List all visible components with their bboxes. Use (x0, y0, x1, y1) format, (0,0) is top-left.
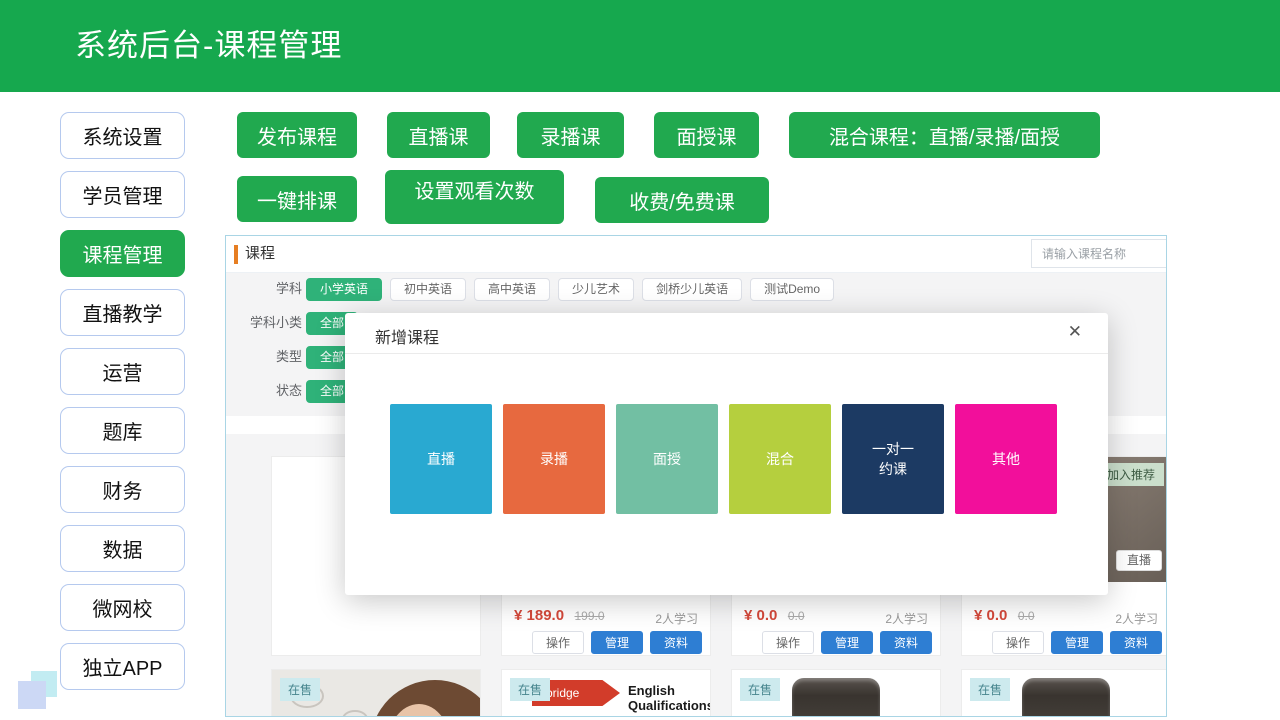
operate-button[interactable]: 操作 (992, 631, 1044, 654)
modal-title: 新增课程 (375, 324, 439, 348)
product-jar-graphic (1022, 678, 1110, 717)
manage-button[interactable]: 管理 (591, 631, 643, 654)
type-card-live[interactable]: 直播 (390, 404, 492, 514)
material-button[interactable]: 资料 (880, 631, 932, 654)
type-card-recorded[interactable]: 录播 (503, 404, 605, 514)
sidebar-item-student-management[interactable]: 学员管理 (60, 171, 185, 218)
student-count: 2人学习 (885, 610, 928, 627)
on-sale-badge: 在售 (740, 678, 780, 701)
sidebar-item-finance[interactable]: 财务 (60, 466, 185, 513)
operate-button[interactable]: 操作 (762, 631, 814, 654)
paid-free-course-button[interactable]: 收费/免费课 (595, 177, 769, 223)
sidebar-item-operations[interactable]: 运营 (60, 348, 185, 395)
filter-label-subcategory: 学科小类 (226, 312, 302, 334)
app-header: 系统后台-课程管理 (0, 0, 1280, 92)
filter-badge-high-english[interactable]: 高中英语 (474, 278, 550, 301)
page-title: 系统后台-课程管理 (75, 0, 342, 92)
course-original-price: 0.0 (1018, 609, 1035, 623)
mixed-course-button[interactable]: 混合课程：直播/录播/面授 (789, 112, 1100, 158)
course-card[interactable]: 在售 (271, 669, 481, 717)
modal-divider (345, 353, 1108, 354)
manage-button[interactable]: 管理 (821, 631, 873, 654)
course-price: ¥ 0.0 (974, 607, 1007, 624)
panel-title-accent (234, 245, 238, 264)
type-card-in-person[interactable]: 面授 (616, 404, 718, 514)
publish-course-button[interactable]: 发布课程 (237, 112, 357, 158)
sidebar-item-live-teaching[interactable]: 直播教学 (60, 289, 185, 336)
course-original-price: 0.0 (788, 609, 805, 623)
course-card[interactable]: 在售 (961, 669, 1167, 717)
filter-badge-cambridge-children-english[interactable]: 剑桥少儿英语 (642, 278, 742, 301)
material-button[interactable]: 资料 (650, 631, 702, 654)
cambridge-caption: English Qualifications (628, 683, 710, 713)
sidebar-item-micro-school[interactable]: 微网校 (60, 584, 185, 631)
course-type-cards: 直播 录播 面授 混合 一对一 约课 其他 (390, 404, 1057, 514)
set-view-count-button[interactable]: 设置观看次数 (385, 170, 564, 224)
sidebar-item-standalone-app[interactable]: 独立APP (60, 643, 185, 690)
subject-filter-row: 小学英语 初中英语 高中英语 少儿艺术 剑桥少儿英语 测试Demo (306, 278, 834, 301)
sidebar-item-data[interactable]: 数据 (60, 525, 185, 572)
course-price: ¥ 0.0 (744, 607, 777, 624)
new-course-modal: 新增课程 ✕ 直播 录播 面授 混合 一对一 约课 其他 (345, 313, 1108, 595)
recorded-course-button[interactable]: 录播课 (517, 112, 624, 158)
product-jar-graphic (792, 678, 880, 717)
sidebar-item-question-bank[interactable]: 题库 (60, 407, 185, 454)
course-card[interactable]: bridge English Qualifications 在售 (501, 669, 711, 717)
course-type-tag: 直播 (1116, 550, 1162, 571)
filter-label-subject: 学科 (226, 278, 302, 300)
corner-decoration-square (18, 681, 46, 709)
on-sale-badge: 在售 (970, 678, 1010, 701)
student-count: 2人学习 (1115, 610, 1158, 627)
sidebar: 系统设置 学员管理 课程管理 直播教学 运营 题库 财务 数据 微网校 独立AP… (60, 112, 185, 690)
one-click-schedule-button[interactable]: 一键排课 (237, 176, 357, 222)
on-sale-badge: 在售 (280, 678, 320, 701)
filter-badge-children-art[interactable]: 少儿艺术 (558, 278, 634, 301)
manage-button[interactable]: 管理 (1051, 631, 1103, 654)
filter-label-type: 类型 (226, 346, 302, 368)
on-sale-badge: 在售 (510, 678, 550, 701)
course-original-price: 199.0 (575, 609, 605, 623)
sidebar-item-course-management[interactable]: 课程管理 (60, 230, 185, 277)
type-card-mixed[interactable]: 混合 (729, 404, 831, 514)
type-card-other[interactable]: 其他 (955, 404, 1057, 514)
filter-badge-middle-english[interactable]: 初中英语 (390, 278, 466, 301)
type-card-one-on-one[interactable]: 一对一 约课 (842, 404, 944, 514)
filter-label-status: 状态 (226, 380, 302, 402)
panel-title: 课程 (245, 236, 275, 272)
course-card[interactable]: 在售 (731, 669, 941, 717)
filter-badge-primary-english[interactable]: 小学英语 (306, 278, 382, 301)
close-icon[interactable]: ✕ (1068, 322, 1082, 342)
course-price: ¥ 189.0 (514, 607, 564, 624)
in-person-course-button[interactable]: 面授课 (654, 112, 759, 158)
material-button[interactable]: 资料 (1110, 631, 1162, 654)
filter-badge-test-demo[interactable]: 测试Demo (750, 278, 834, 301)
student-count: 2人学习 (655, 610, 698, 627)
sidebar-item-system-settings[interactable]: 系统设置 (60, 112, 185, 159)
operate-button[interactable]: 操作 (532, 631, 584, 654)
course-search-input[interactable] (1031, 239, 1167, 268)
live-course-button[interactable]: 直播课 (387, 112, 490, 158)
